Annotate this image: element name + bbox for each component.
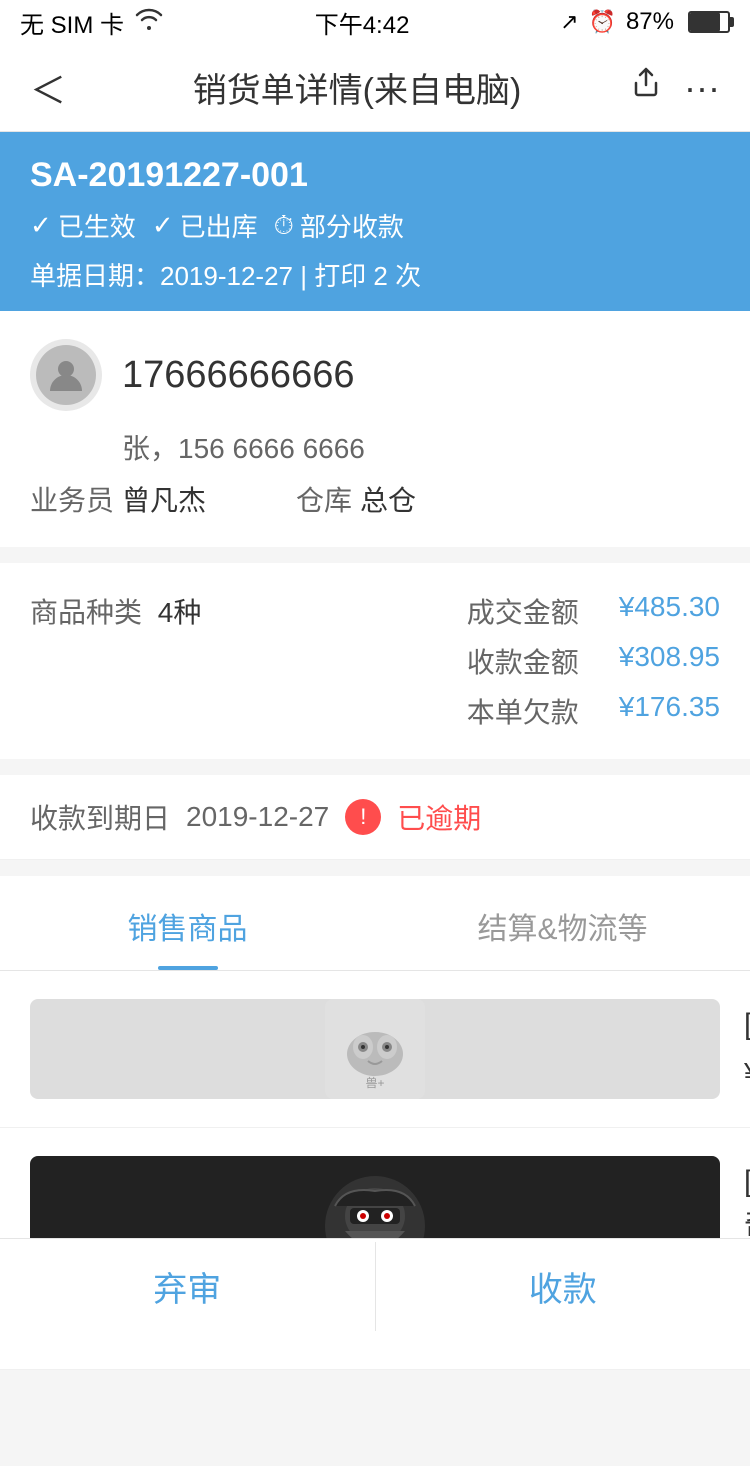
product-name-2: [00040001]黄油曲奇 [744, 1156, 750, 1244]
product-price-row-1: ¥40 x 5 袋 = ¥199.99 [744, 1053, 750, 1093]
customer-meta: 业务员 曾凡杰 仓库 总仓 [30, 479, 720, 519]
nav-bar: ＜ 销货单详情(来自电脑) ··· [0, 44, 750, 132]
deal-label: 成交金额 [467, 591, 579, 631]
stats-section: 商品种类 4种 成交金额 ¥485.30 收款金额 ¥308.95 本单欠款 ¥… [0, 563, 750, 759]
product-thumbnail-1: 兽+ [30, 999, 720, 1099]
receipt-row: 收款金额 ¥308.95 [467, 641, 720, 681]
location-icon: ↗ [560, 9, 578, 35]
stats-right: 成交金额 ¥485.30 收款金额 ¥308.95 本单欠款 ¥176.35 [467, 591, 720, 731]
customer-phone: 17666666666 [122, 354, 354, 397]
share-button[interactable] [628, 65, 664, 110]
due-date-value: 2019-12-27 [186, 801, 329, 833]
avatar-inner [36, 345, 96, 405]
customer-name: 张，156 6666 6666 [122, 427, 720, 467]
wifi-icon [134, 8, 164, 37]
debt-label: 本单欠款 [467, 691, 579, 731]
product-type-count: 4种 [158, 597, 202, 628]
avatar [30, 339, 102, 411]
tab-settlement[interactable]: 结算&物流等 [375, 876, 750, 970]
warehouse-meta: 仓库 总仓 [296, 479, 416, 519]
debt-row: 本单欠款 ¥176.35 [467, 691, 720, 731]
check-icon-1: ✓ [30, 210, 52, 241]
tabs-section: 销售商品 结算&物流等 [0, 876, 750, 971]
due-date-label: 收款到期日 [30, 797, 170, 837]
status-left: 无 SIM 卡 [20, 5, 164, 40]
customer-row: 17666666666 [30, 339, 720, 411]
product-info-1: [0000002]面包 ¥40 x 5 袋 = ¥199.99 [744, 999, 750, 1093]
battery-icon [688, 11, 730, 33]
more-button[interactable]: ··· [684, 67, 720, 109]
nav-actions: ··· [628, 65, 720, 110]
alarm-icon: ⏰ [589, 9, 616, 35]
cancel-audit-button[interactable]: 弃审 [0, 1242, 376, 1331]
payment-button[interactable]: 收款 [376, 1242, 750, 1331]
header-banner: SA-20191227-001 ✓ 已生效 ✓ 已出库 ⏱ 部分收款 单据日期：… [0, 132, 750, 311]
status-shipped: ✓ 已出库 [152, 207, 258, 244]
page-title: 销货单详情(来自电脑) [86, 63, 628, 112]
svg-text:兽+: 兽+ [365, 1076, 384, 1090]
due-section: 收款到期日 2019-12-27 ! 已逾期 [0, 775, 750, 860]
table-row: 兽+ [0000002]面包 ¥40 x 5 袋 = ¥199.99 [0, 971, 750, 1128]
receipt-label: 收款金额 [467, 641, 579, 681]
receipt-value: ¥308.95 [619, 641, 720, 681]
clock-icon: ⏱ [274, 210, 294, 242]
stats-left: 商品种类 4种 [30, 591, 201, 731]
status-bar: 无 SIM 卡 下午4:42 ↗ ⏰ 87% [0, 0, 750, 44]
bottom-bar: 弃审 收款 [0, 1238, 750, 1334]
status-row: ✓ 已生效 ✓ 已出库 ⏱ 部分收款 [30, 207, 720, 244]
overdue-icon: ! [345, 799, 381, 835]
status-right: ↗ ⏰ 87% [560, 8, 730, 36]
sales-label: 业务员 [30, 479, 114, 519]
deal-value: ¥485.30 [619, 591, 720, 631]
check-icon-2: ✓ [152, 210, 174, 241]
overdue-text: 已逾期 [397, 797, 481, 837]
deal-row: 成交金额 ¥485.30 [467, 591, 720, 631]
battery-label: 87% [626, 8, 674, 36]
sales-meta: 业务员 曾凡杰 [30, 479, 206, 519]
carrier-label: 无 SIM 卡 [20, 5, 124, 40]
product-price-1: ¥40 [744, 1057, 750, 1089]
order-date: 单据日期：2019-12-27 | 打印 2 次 [30, 256, 720, 293]
sales-value: 曾凡杰 [122, 479, 206, 519]
order-id: SA-20191227-001 [30, 156, 720, 195]
product-name-1: [0000002]面包 [744, 999, 750, 1043]
product-type-label: 商品种类 [30, 597, 142, 628]
customer-section: 17666666666 张，156 6666 6666 业务员 曾凡杰 仓库 总… [0, 311, 750, 547]
tab-sales-products[interactable]: 销售商品 [0, 876, 375, 970]
status-effective: ✓ 已生效 [30, 207, 136, 244]
status-time: 下午4:42 [315, 5, 410, 40]
tabs-row: 销售商品 结算&物流等 [0, 876, 750, 971]
debt-value: ¥176.35 [619, 691, 720, 731]
status-partial-payment: ⏱ 部分收款 [274, 207, 404, 244]
warehouse-value: 总仓 [360, 479, 416, 519]
back-button[interactable]: ＜ [30, 62, 66, 114]
warehouse-label: 仓库 [296, 479, 352, 519]
